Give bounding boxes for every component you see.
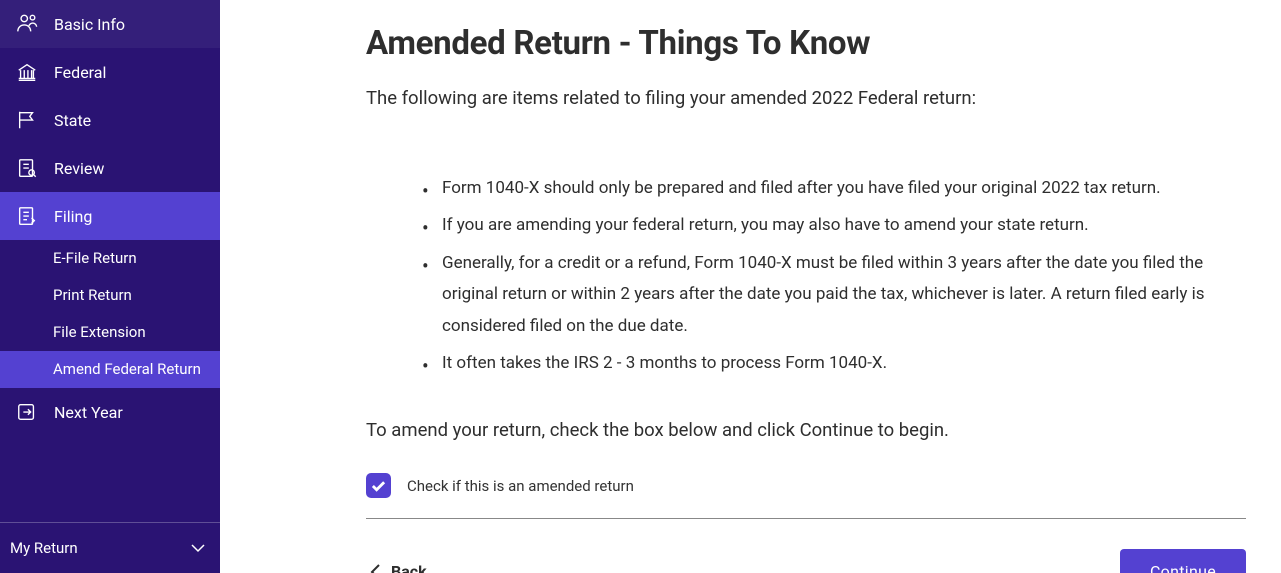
bullet-item: Form 1040-X should only be prepared and … <box>422 173 1246 204</box>
sub-nav: E-File Return Print Return File Extensio… <box>0 240 220 388</box>
sidebar-item-next-year[interactable]: Next Year <box>0 388 220 436</box>
filing-icon <box>16 205 38 227</box>
button-row: Back Continue <box>366 549 1246 573</box>
sidebar: Basic Info Federal State Review <box>0 0 220 573</box>
sidebar-item-state[interactable]: State <box>0 96 220 144</box>
checkbox-row: Check if this is an amended return <box>366 473 1246 498</box>
bullet-item: If you are amending your federal return,… <box>422 210 1246 241</box>
instruction-text: To amend your return, check the box belo… <box>366 417 1246 445</box>
checkbox-label: Check if this is an amended return <box>407 477 634 495</box>
sidebar-footer-my-return[interactable]: My Return <box>0 522 220 573</box>
sub-nav-label: Amend Federal Return <box>53 360 201 378</box>
bullet-item: Generally, for a credit or a refund, For… <box>422 248 1246 342</box>
sidebar-item-federal[interactable]: Federal <box>0 48 220 96</box>
flag-icon <box>16 109 38 131</box>
sidebar-item-label: State <box>54 111 91 130</box>
sub-nav-label: File Extension <box>53 323 146 341</box>
sub-nav-extension[interactable]: File Extension <box>0 314 220 351</box>
divider <box>366 518 1246 519</box>
sub-nav-label: Print Return <box>53 286 132 304</box>
sidebar-item-label: Next Year <box>54 403 123 422</box>
sub-nav-print[interactable]: Print Return <box>0 277 220 314</box>
nav-section: Basic Info Federal State Review <box>0 0 220 522</box>
continue-button[interactable]: Continue <box>1120 549 1246 573</box>
sidebar-item-filing[interactable]: Filing <box>0 192 220 240</box>
intro-text: The following are items related to filin… <box>366 85 1246 113</box>
sidebar-item-label: Basic Info <box>54 15 125 34</box>
sub-nav-efile[interactable]: E-File Return <box>0 240 220 277</box>
sidebar-footer-label: My Return <box>10 539 78 557</box>
sidebar-item-review[interactable]: Review <box>0 144 220 192</box>
sub-nav-amend[interactable]: Amend Federal Return <box>0 351 220 388</box>
bullet-list: Form 1040-X should only be prepared and … <box>366 173 1246 380</box>
checkmark-icon <box>371 480 386 492</box>
chevron-left-icon <box>370 563 381 573</box>
main-content: Amended Return - Things To Know The foll… <box>220 0 1281 573</box>
bullet-item: It often takes the IRS 2 - 3 months to p… <box>422 348 1246 379</box>
content-wrap: Amended Return - Things To Know The foll… <box>366 24 1246 573</box>
chevron-down-icon <box>190 539 206 557</box>
amended-return-checkbox[interactable] <box>366 473 391 498</box>
sidebar-item-basic-info[interactable]: Basic Info <box>0 0 220 48</box>
sub-nav-label: E-File Return <box>53 249 137 267</box>
page-title: Amended Return - Things To Know <box>366 24 1246 63</box>
arrow-right-icon <box>16 401 38 423</box>
back-button[interactable]: Back <box>366 554 431 573</box>
review-icon <box>16 157 38 179</box>
sidebar-item-label: Filing <box>54 207 92 226</box>
sidebar-item-label: Federal <box>54 63 106 82</box>
back-button-label: Back <box>391 562 427 573</box>
person-icon <box>16 13 38 35</box>
capitol-icon <box>16 61 38 83</box>
sidebar-item-label: Review <box>54 159 104 178</box>
